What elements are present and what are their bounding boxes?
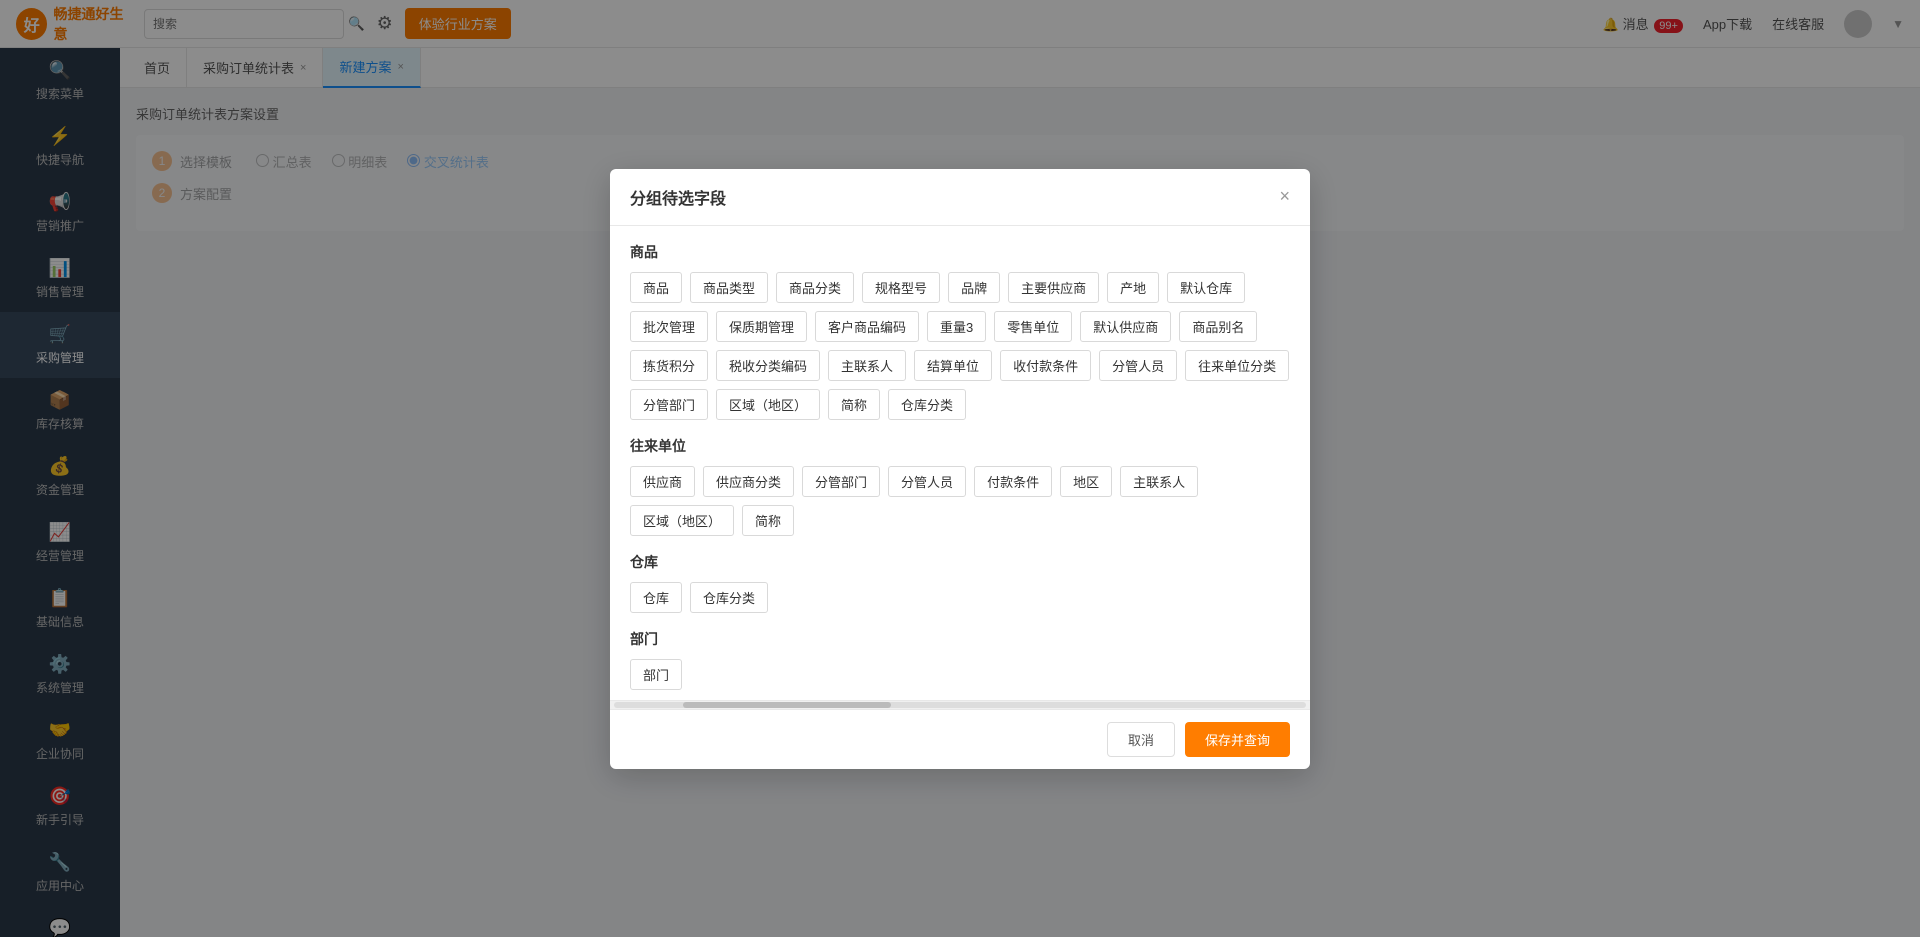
tag-partner-4[interactable]: 分管人员 xyxy=(888,466,966,497)
tag-goods-14[interactable]: 默认供应商 xyxy=(1080,311,1171,342)
tag-partner-6[interactable]: 地区 xyxy=(1060,466,1112,497)
tag-department-1[interactable]: 部门 xyxy=(630,659,682,690)
section-department-title: 部门 xyxy=(630,629,1290,649)
tag-goods-25[interactable]: 简称 xyxy=(828,389,880,420)
tag-goods-18[interactable]: 主联系人 xyxy=(828,350,906,381)
tag-goods-8[interactable]: 默认仓库 xyxy=(1167,272,1245,303)
section-goods: 商品 商品 商品类型 商品分类 规格型号 品牌 主要供应商 产地 默认仓库 批次… xyxy=(630,242,1290,420)
tag-partner-3[interactable]: 分管部门 xyxy=(802,466,880,497)
tag-goods-2[interactable]: 商品类型 xyxy=(690,272,768,303)
confirm-button[interactable]: 保存并查询 xyxy=(1185,722,1290,757)
section-partner-title: 往来单位 xyxy=(630,436,1290,456)
section-warehouse: 仓库 仓库 仓库分类 xyxy=(630,552,1290,613)
section-partner: 往来单位 供应商 供应商分类 分管部门 分管人员 付款条件 地区 主联系人 区域… xyxy=(630,436,1290,536)
tag-goods-7[interactable]: 产地 xyxy=(1107,272,1159,303)
modal-body: 商品 商品 商品类型 商品分类 规格型号 品牌 主要供应商 产地 默认仓库 批次… xyxy=(610,226,1310,701)
tag-goods-22[interactable]: 往来单位分类 xyxy=(1185,350,1289,381)
tag-goods-9[interactable]: 批次管理 xyxy=(630,311,708,342)
tag-goods-10[interactable]: 保质期管理 xyxy=(716,311,807,342)
goods-tags: 商品 商品类型 商品分类 规格型号 品牌 主要供应商 产地 默认仓库 批次管理 … xyxy=(630,272,1290,420)
tag-goods-16[interactable]: 拣货积分 xyxy=(630,350,708,381)
hscroll-track xyxy=(614,702,1306,708)
section-warehouse-title: 仓库 xyxy=(630,552,1290,572)
tag-goods-19[interactable]: 结算单位 xyxy=(914,350,992,381)
partner-tags: 供应商 供应商分类 分管部门 分管人员 付款条件 地区 主联系人 区域（地区） … xyxy=(630,466,1290,536)
cancel-button[interactable]: 取消 xyxy=(1107,722,1175,757)
tag-goods-20[interactable]: 收付款条件 xyxy=(1000,350,1091,381)
tag-partner-8[interactable]: 区域（地区） xyxy=(630,505,734,536)
tag-goods-26[interactable]: 仓库分类 xyxy=(888,389,966,420)
tag-partner-5[interactable]: 付款条件 xyxy=(974,466,1052,497)
section-goods-title: 商品 xyxy=(630,242,1290,262)
warehouse-tags: 仓库 仓库分类 xyxy=(630,582,1290,613)
tag-goods-12[interactable]: 重量3 xyxy=(927,311,986,342)
tag-warehouse-1[interactable]: 仓库 xyxy=(630,582,682,613)
tag-partner-7[interactable]: 主联系人 xyxy=(1120,466,1198,497)
tag-goods-5[interactable]: 品牌 xyxy=(948,272,1000,303)
modal-close-button[interactable]: × xyxy=(1279,186,1290,207)
modal-header: 分组待选字段 × xyxy=(610,169,1310,226)
tag-goods-15[interactable]: 商品别名 xyxy=(1179,311,1257,342)
department-tags: 部门 xyxy=(630,659,1290,690)
tag-goods-4[interactable]: 规格型号 xyxy=(862,272,940,303)
tag-partner-2[interactable]: 供应商分类 xyxy=(703,466,794,497)
tag-goods-6[interactable]: 主要供应商 xyxy=(1008,272,1099,303)
tag-goods-17[interactable]: 税收分类编码 xyxy=(716,350,820,381)
tag-goods-24[interactable]: 区域（地区） xyxy=(716,389,820,420)
tag-goods-21[interactable]: 分管人员 xyxy=(1099,350,1177,381)
tag-goods-3[interactable]: 商品分类 xyxy=(776,272,854,303)
hscroll-thumb xyxy=(683,702,891,708)
modal-hscrollbar[interactable] xyxy=(610,700,1310,708)
modal-overlay: 分组待选字段 × 商品 商品 商品类型 商品分类 规格型号 品牌 主要供应商 产… xyxy=(0,0,1920,937)
modal-footer: 取消 保存并查询 xyxy=(610,709,1310,769)
tag-warehouse-2[interactable]: 仓库分类 xyxy=(690,582,768,613)
tag-goods-1[interactable]: 商品 xyxy=(630,272,682,303)
tag-partner-1[interactable]: 供应商 xyxy=(630,466,695,497)
tag-goods-23[interactable]: 分管部门 xyxy=(630,389,708,420)
tag-goods-11[interactable]: 客户商品编码 xyxy=(815,311,919,342)
tag-goods-13[interactable]: 零售单位 xyxy=(994,311,1072,342)
section-department: 部门 部门 xyxy=(630,629,1290,690)
tag-partner-9[interactable]: 简称 xyxy=(742,505,794,536)
modal-dialog: 分组待选字段 × 商品 商品 商品类型 商品分类 规格型号 品牌 主要供应商 产… xyxy=(610,169,1310,769)
modal-title: 分组待选字段 xyxy=(630,185,726,209)
